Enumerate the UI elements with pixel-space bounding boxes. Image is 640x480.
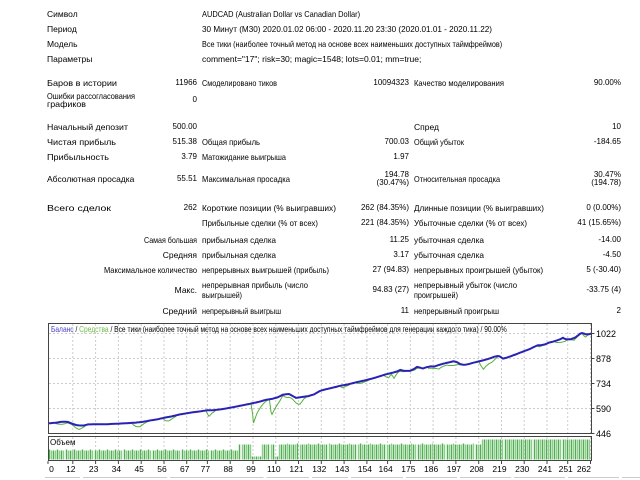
- svg-text:77: 77: [201, 464, 211, 474]
- svg-text:208: 208: [470, 464, 484, 474]
- svg-text:56: 56: [157, 464, 167, 474]
- svg-text:143: 143: [335, 464, 349, 474]
- svg-text:164: 164: [379, 464, 393, 474]
- svg-text:12: 12: [66, 464, 76, 474]
- svg-text:734: 734: [596, 379, 611, 389]
- svg-text:219: 219: [492, 464, 506, 474]
- svg-text:241: 241: [538, 464, 552, 474]
- svg-text:878: 878: [596, 354, 611, 364]
- svg-text:1022: 1022: [596, 329, 616, 339]
- svg-text:23: 23: [89, 464, 99, 474]
- svg-text:197: 197: [447, 464, 461, 474]
- svg-text:0: 0: [49, 464, 54, 474]
- svg-text:154: 154: [358, 464, 372, 474]
- svg-text:251: 251: [559, 464, 573, 474]
- svg-text:88: 88: [223, 464, 233, 474]
- svg-text:45: 45: [134, 464, 144, 474]
- svg-text:590: 590: [596, 404, 611, 414]
- svg-text:262: 262: [577, 464, 591, 474]
- svg-text:175: 175: [401, 464, 415, 474]
- svg-text:110: 110: [267, 464, 281, 474]
- svg-text:99: 99: [246, 464, 256, 474]
- svg-text:34: 34: [112, 464, 122, 474]
- svg-text:446: 446: [596, 429, 611, 439]
- svg-text:132: 132: [312, 464, 326, 474]
- svg-text:230: 230: [515, 464, 529, 474]
- svg-text:67: 67: [180, 464, 190, 474]
- svg-text:186: 186: [424, 464, 438, 474]
- svg-text:121: 121: [289, 464, 303, 474]
